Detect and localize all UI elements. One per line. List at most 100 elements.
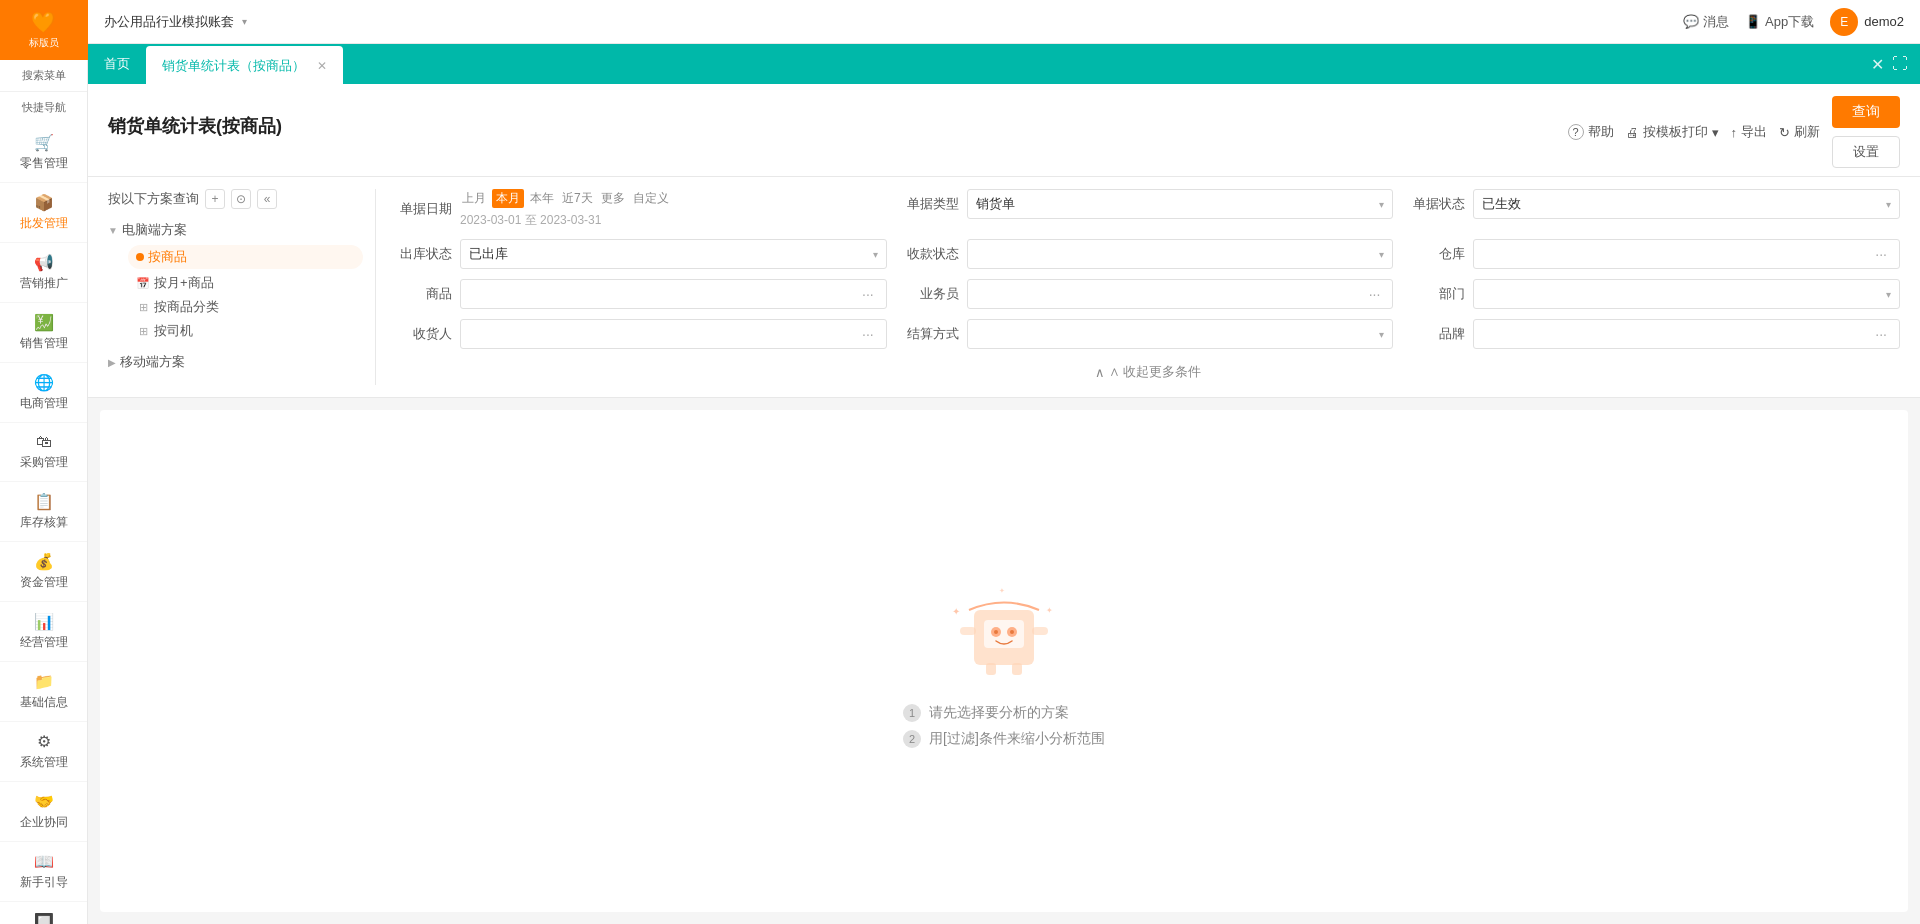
refresh-button[interactable]: ↻ 刷新	[1779, 123, 1820, 141]
user-menu[interactable]: E demo2	[1830, 8, 1904, 36]
sidebar-item-purchase[interactable]: 🛍 采购管理	[0, 423, 87, 482]
scheme-item-by-category[interactable]: ⊞ 按商品分类	[128, 295, 363, 319]
scheme-item-by-goods[interactable]: 按商品	[128, 245, 363, 269]
filter-collapse-button[interactable]: ∧ ∧ 收起更多条件	[396, 359, 1900, 385]
setting-button[interactable]: 设置	[1832, 136, 1900, 168]
warehouse-dots-icon[interactable]: ···	[1871, 246, 1891, 262]
sidebar-item-sales[interactable]: 💹 销售管理	[0, 303, 87, 363]
sidebar-item-inventory[interactable]: 📋 库存核算	[0, 482, 87, 542]
sidebar-item-system[interactable]: ⚙ 系统管理	[0, 722, 87, 782]
sidebar-item-ecom[interactable]: 🌐 电商管理	[0, 363, 87, 423]
brand-select[interactable]: ···	[1473, 319, 1900, 349]
sidebar-nav-section[interactable]: 快捷导航	[0, 92, 87, 123]
svg-text:✦: ✦	[1046, 606, 1053, 615]
filter-docstatus-field: 单据状态 已生效 ▾	[1409, 189, 1900, 219]
date-tab-7days[interactable]: 近7天	[560, 190, 595, 207]
date-group: 上月 本月 本年 近7天 更多 自定义 2023-03-01 至 2023-03…	[460, 189, 887, 229]
doctype-select[interactable]: 销货单 ▾	[967, 189, 1394, 219]
refresh-icon: ↻	[1779, 125, 1790, 140]
tab-expand-icon[interactable]: ⛶	[1892, 55, 1908, 73]
svg-point-4	[994, 630, 998, 634]
collectstatus-arrow-icon: ▾	[1379, 249, 1384, 260]
sidebar-item-marketing[interactable]: 📢 营销推广	[0, 243, 87, 303]
logo-icon: 🧡	[31, 10, 56, 34]
empty-tips: 1 请先选择要分析的方案 2 用[过滤]条件来缩小分析范围	[903, 704, 1105, 748]
collectstatus-select[interactable]: ▾	[967, 239, 1394, 269]
tab-stat[interactable]: 销货单统计表（按商品） ✕	[146, 46, 343, 86]
wholesale-icon: 📦	[34, 193, 54, 212]
sidebar-item-basic[interactable]: 📁 基础信息	[0, 662, 87, 722]
scheme-item-by-printer[interactable]: ⊞ 按司机	[128, 319, 363, 343]
settle-select[interactable]: ▾	[967, 319, 1394, 349]
date-range-text: 2023-03-01 至 2023-03-31	[460, 212, 887, 229]
salesman-dots-icon[interactable]: ···	[1365, 286, 1385, 302]
scheme-item-by-month-goods[interactable]: 📅 按月+商品	[128, 271, 363, 295]
sidebar-item-sales-label: 销售管理	[20, 335, 68, 352]
date-tab-this-year[interactable]: 本年	[528, 190, 556, 207]
purchase-icon: 🛍	[36, 433, 52, 451]
scheme-tree-mobile: ▶ 移动端方案	[108, 349, 363, 375]
workspace-dropdown-icon[interactable]: ▾	[242, 16, 247, 27]
outstatus-arrow-icon: ▾	[873, 249, 878, 260]
outstatus-select[interactable]: 已出库 ▾	[460, 239, 887, 269]
query-button[interactable]: 查询	[1832, 96, 1900, 128]
filter-row-3: 商品 ··· 业务员 ···	[396, 279, 1900, 309]
sidebar-item-guide[interactable]: 📖 新手引导	[0, 842, 87, 902]
month-goods-icon: 📅	[136, 277, 150, 290]
filter-salesman-field: 业务员 ···	[903, 279, 1394, 309]
goods-dots-icon[interactable]: ···	[858, 286, 878, 302]
filter-row-4: 收货人 ··· 结算方式 ▾	[396, 319, 1900, 349]
svg-rect-8	[960, 627, 976, 635]
tip1-text: 请先选择要分析的方案	[929, 704, 1069, 722]
recipient-label: 收货人	[396, 325, 460, 343]
scheme-edit-button[interactable]: ⊙	[231, 189, 251, 209]
message-button[interactable]: 💬 消息	[1683, 13, 1729, 31]
sidebar-item-guide-label: 新手引导	[20, 874, 68, 891]
tab-home[interactable]: 首页	[88, 44, 146, 84]
warehouse-label: 仓库	[1409, 245, 1473, 263]
goods-select[interactable]: ···	[460, 279, 887, 309]
retail-icon: 🛒	[34, 133, 54, 152]
sidebar-item-enterprise[interactable]: 🤝 企业协同	[0, 782, 87, 842]
tip2-text: 用[过滤]条件来缩小分析范围	[929, 730, 1105, 748]
scheme-collapse-button[interactable]: «	[257, 189, 277, 209]
brand-dots-icon[interactable]: ···	[1871, 326, 1891, 342]
scheme-by-printer-label: 按司机	[154, 322, 193, 340]
date-tab-custom[interactable]: 自定义	[631, 190, 671, 207]
page-header: 销货单统计表(按商品) ? 帮助 🖨 按模板打印 ▾ ↑ 导出 ↻ 刷新	[88, 84, 1920, 177]
sidebar-item-appcenter[interactable]: 🔲 应用中心	[0, 902, 87, 924]
print-button[interactable]: 🖨 按模板打印 ▾	[1626, 123, 1719, 141]
empty-illustration: ✦ ✦ ✦	[944, 575, 1064, 688]
sidebar-search-section[interactable]: 搜索菜单	[0, 60, 87, 92]
sidebar-item-wholesale[interactable]: 📦 批发管理	[0, 183, 87, 243]
help-button[interactable]: ? 帮助	[1568, 123, 1614, 141]
date-tab-last-month[interactable]: 上月	[460, 190, 488, 207]
tip2-num: 2	[903, 730, 921, 748]
system-icon: ⚙	[37, 732, 51, 751]
salesman-select[interactable]: ···	[967, 279, 1394, 309]
content-area: 销货单统计表(按商品) ? 帮助 🖨 按模板打印 ▾ ↑ 导出 ↻ 刷新	[88, 84, 1920, 924]
recipient-dots-icon[interactable]: ···	[858, 326, 878, 342]
date-label: 单据日期	[396, 200, 460, 218]
scheme-by-month-goods-label: 按月+商品	[154, 274, 214, 292]
date-tab-this-month[interactable]: 本月	[492, 189, 524, 208]
tab-close-all-icon[interactable]: ✕	[1871, 55, 1884, 74]
filter-outstatus-field: 出库状态 已出库 ▾	[396, 239, 887, 269]
sidebar-item-retail[interactable]: 🛒 零售管理	[0, 123, 87, 183]
docstatus-select[interactable]: 已生效 ▾	[1473, 189, 1900, 219]
appcenter-icon: 🔲	[34, 912, 54, 924]
warehouse-select[interactable]: ···	[1473, 239, 1900, 269]
pc-scheme-expand-icon[interactable]: ▼	[108, 225, 118, 236]
sidebar-item-finance[interactable]: 💰 资金管理	[0, 542, 87, 602]
scheme-add-button[interactable]: +	[205, 189, 225, 209]
brand-label: 品牌	[1409, 325, 1473, 343]
app-download-button[interactable]: 📱 App下载	[1745, 13, 1814, 31]
date-tab-more[interactable]: 更多	[599, 190, 627, 207]
tab-stat-close-icon[interactable]: ✕	[317, 59, 327, 73]
settle-arrow-icon: ▾	[1379, 329, 1384, 340]
sidebar-item-operation[interactable]: 📊 经营管理	[0, 602, 87, 662]
export-button[interactable]: ↑ 导出	[1731, 123, 1768, 141]
recipient-select[interactable]: ···	[460, 319, 887, 349]
dept-select[interactable]: ▾	[1473, 279, 1900, 309]
mobile-scheme-expand-icon[interactable]: ▶	[108, 357, 116, 368]
